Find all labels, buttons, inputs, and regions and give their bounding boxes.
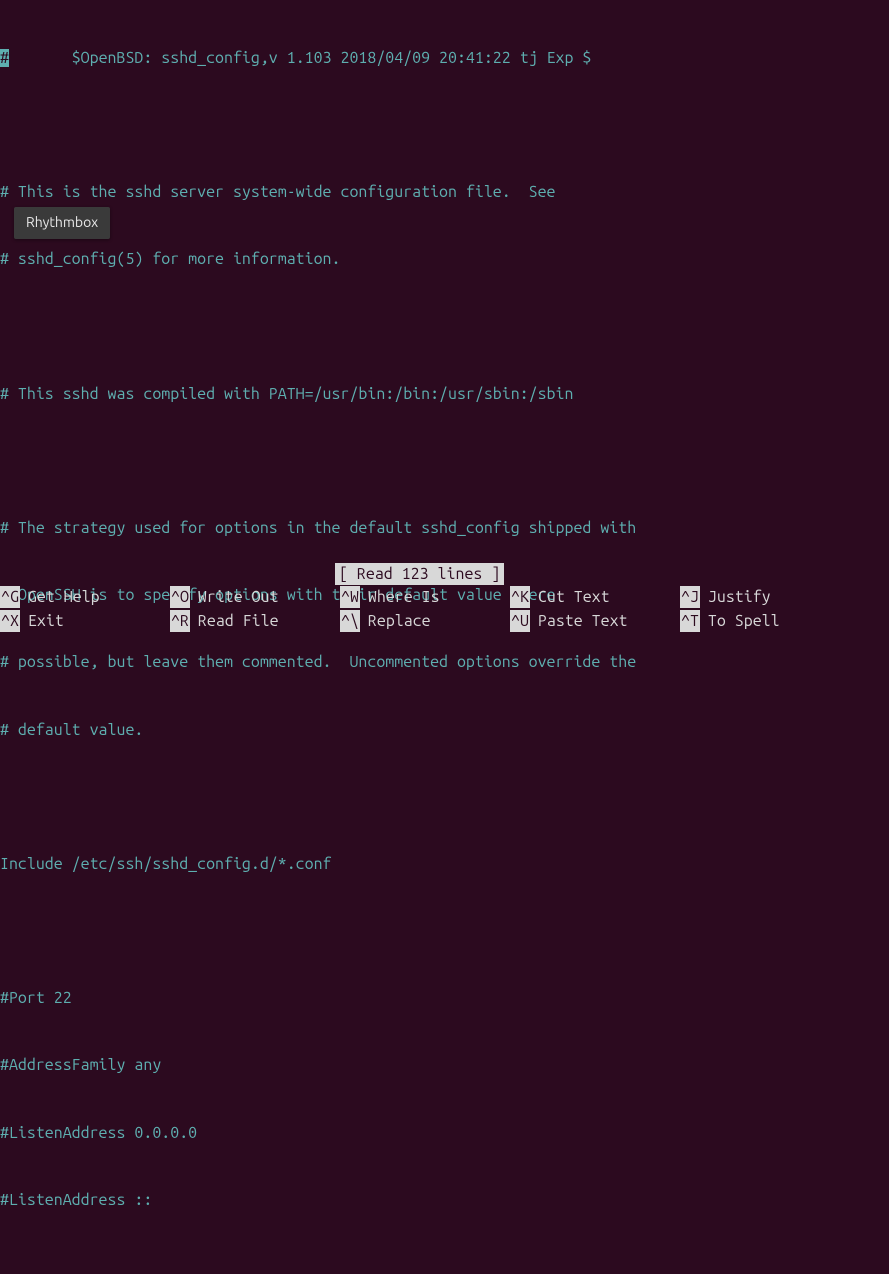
shortcut-paste-text[interactable]: ^U Paste Text	[510, 609, 680, 633]
shortcut-label: Cut Text	[538, 586, 610, 608]
shortcut-replace[interactable]: ^\ Replace	[340, 609, 510, 633]
shortcut-where-is[interactable]: ^W Where Is	[340, 585, 510, 609]
shortcut-key: ^W	[340, 586, 360, 608]
file-line: Include /etc/ssh/sshd_config.d/*.conf	[0, 853, 889, 875]
file-line: #ListenAddress 0.0.0.0	[0, 1122, 889, 1144]
shortcut-key: ^J	[680, 586, 700, 608]
file-line: #Port 22	[0, 987, 889, 1009]
shortcut-key: ^O	[170, 586, 190, 608]
shortcut-exit[interactable]: ^X Exit	[0, 609, 170, 633]
shortcut-row-1: ^G Get Help ^O Write Out ^W Where Is ^K …	[0, 585, 889, 609]
tooltip: Rhythmbox	[14, 207, 110, 239]
file-line	[0, 450, 889, 472]
shortcut-get-help[interactable]: ^G Get Help	[0, 585, 170, 609]
file-line	[0, 114, 889, 136]
shortcut-write-out[interactable]: ^O Write Out	[170, 585, 340, 609]
file-line: # This is the sshd server system-wide co…	[0, 181, 889, 203]
shortcut-cut-text[interactable]: ^K Cut Text	[510, 585, 680, 609]
file-line	[0, 920, 889, 942]
shortcut-key: ^G	[0, 586, 20, 608]
status-message: [ Read 123 lines ]	[335, 563, 504, 585]
file-line: # possible, but leave them commented. Un…	[0, 651, 889, 673]
shortcut-justify[interactable]: ^J Justify	[680, 585, 850, 609]
shortcut-key: ^K	[510, 586, 530, 608]
file-line	[0, 1256, 889, 1274]
shortcut-to-spell[interactable]: ^T To Spell	[680, 609, 850, 633]
shortcut-label: To Spell	[708, 610, 780, 632]
file-line: # This sshd was compiled with PATH=/usr/…	[0, 383, 889, 405]
shortcut-label: Justify	[708, 586, 771, 608]
shortcut-row-2: ^X Exit ^R Read File ^\ Replace ^U Paste…	[0, 609, 889, 633]
shortcut-label: Read File	[198, 610, 279, 632]
shortcut-label: Exit	[28, 610, 64, 632]
shortcut-label: Paste Text	[538, 610, 628, 632]
shortcut-label: Where Is	[368, 586, 440, 608]
file-line: # The strategy used for options in the d…	[0, 517, 889, 539]
file-line: #ListenAddress ::	[0, 1189, 889, 1211]
shortcut-key: ^\	[340, 610, 360, 632]
shortcut-label: Write Out	[198, 586, 279, 608]
shortcut-key: ^T	[680, 610, 700, 632]
shortcut-key: ^X	[0, 610, 20, 632]
shortcut-key: ^R	[170, 610, 190, 632]
file-line	[0, 786, 889, 808]
editor-content[interactable]: # $OpenBSD: sshd_config,v 1.103 2018/04/…	[0, 0, 889, 1274]
shortcut-read-file[interactable]: ^R Read File	[170, 609, 340, 633]
cursor: #	[0, 49, 9, 67]
shortcut-label: Get Help	[28, 586, 100, 608]
file-line: # default value.	[0, 719, 889, 741]
file-line-0: # $OpenBSD: sshd_config,v 1.103 2018/04/…	[0, 47, 889, 69]
shortcut-key: ^U	[510, 610, 530, 632]
file-line: # sshd_config(5) for more information.	[0, 248, 889, 270]
shortcut-label: Replace	[368, 610, 431, 632]
shortcut-bar: ^G Get Help ^O Write Out ^W Where Is ^K …	[0, 585, 889, 633]
file-line: #AddressFamily any	[0, 1054, 889, 1076]
file-line	[0, 315, 889, 337]
